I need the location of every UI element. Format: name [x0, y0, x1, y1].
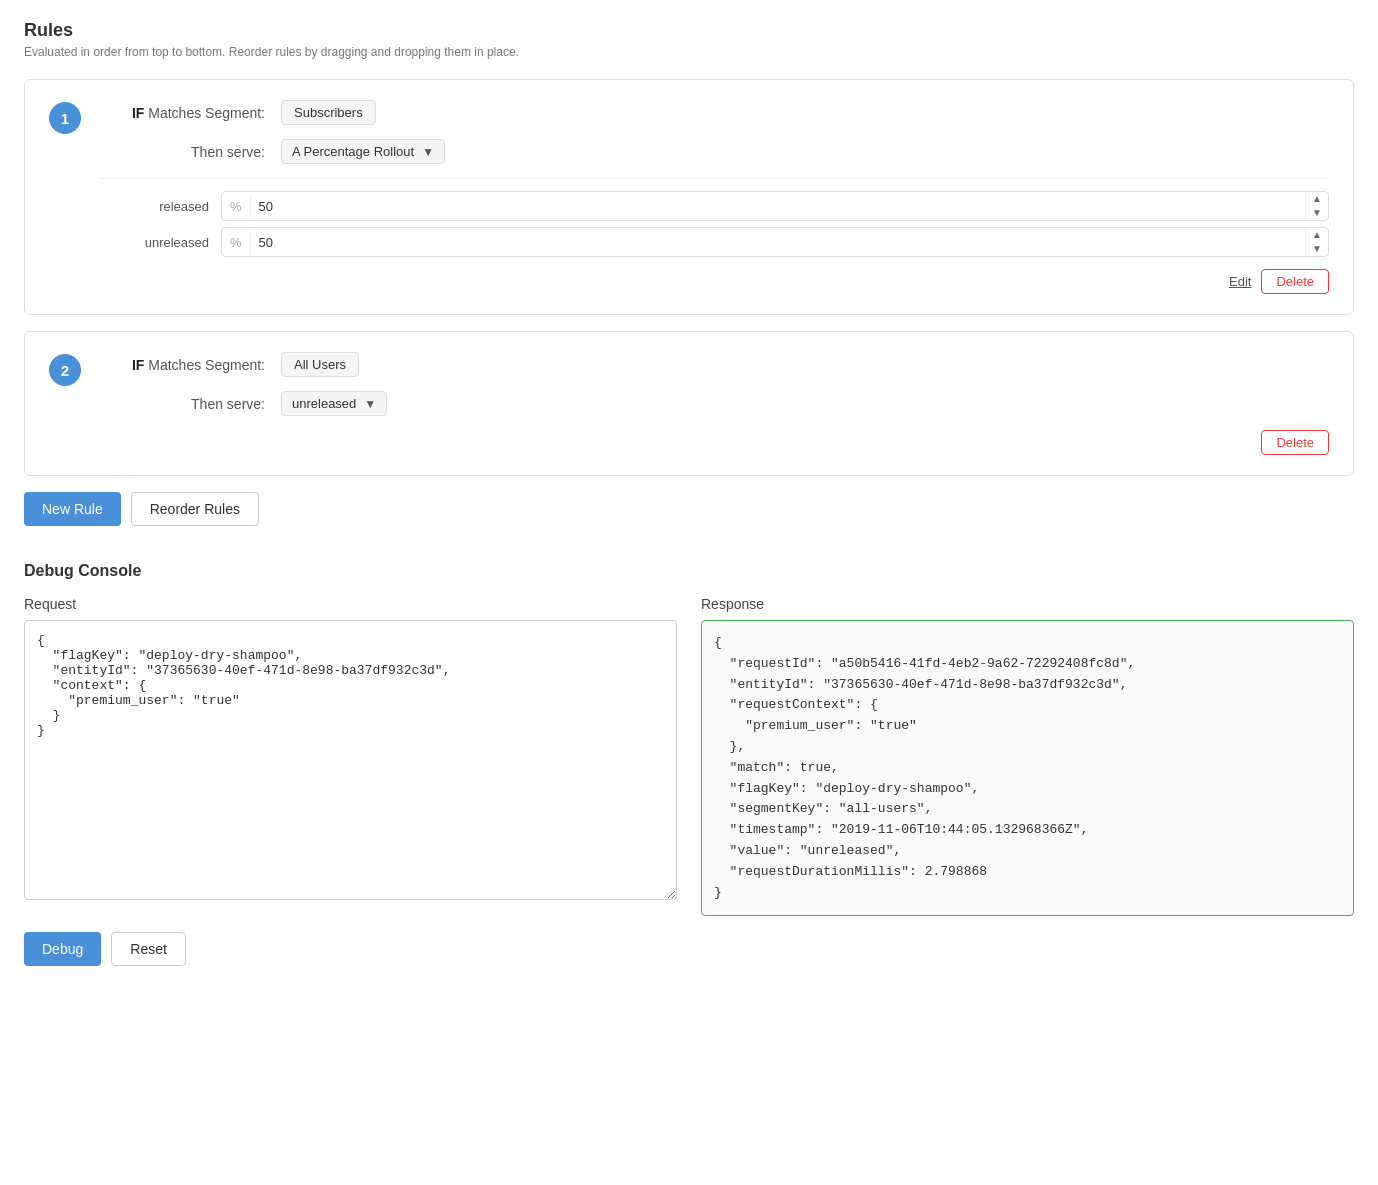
response-box: { "requestId": "a50b5416-41fd-4eb2-9a62-… [701, 620, 1354, 916]
rule-actions-1: Edit Delete [101, 269, 1329, 294]
request-textarea[interactable] [24, 620, 677, 900]
debug-button[interactable]: Debug [24, 932, 101, 966]
rule-actions-2: Delete [101, 430, 1329, 455]
then-serve-label-2: Then serve: [101, 396, 281, 412]
rule-serve-row-1: Then serve: A Percentage Rollout ▼ [101, 139, 1329, 164]
segment-badge-1: Subscribers [281, 100, 376, 125]
rule-card-2: 2 IF Matches Segment: All Users Then serve… [24, 331, 1354, 476]
rollout-section-1: released % ▲ ▼ unreleased % [101, 178, 1329, 257]
debug-actions: Debug Reset [24, 932, 1354, 966]
if-label-2: IF Matches Segment: [101, 357, 281, 373]
percent-icon-1-0: % [222, 195, 251, 218]
rule-body-2: IF Matches Segment: All Users Then serve:… [101, 352, 1329, 455]
debug-section: Debug Console Request Response { "reques… [24, 562, 1354, 966]
rule-if-row-1: IF Matches Segment: Subscribers [101, 100, 1329, 125]
reorder-rules-button[interactable]: Reorder Rules [131, 492, 259, 526]
segment-badge-2: All Users [281, 352, 359, 377]
rule-if-row-2: IF Matches Segment: All Users [101, 352, 1329, 377]
rollout-label-1-0: released [101, 199, 221, 214]
debug-title: Debug Console [24, 562, 1354, 580]
rollout-increment-1-0[interactable]: ▲ [1306, 192, 1328, 206]
delete-button-1[interactable]: Delete [1261, 269, 1329, 294]
rule-action-buttons: New Rule Reorder Rules [24, 492, 1354, 526]
debug-columns: Request Response { "requestId": "a50b541… [24, 596, 1354, 916]
if-label-1: IF Matches Segment: [101, 105, 281, 121]
chevron-down-icon: ▼ [364, 397, 376, 411]
response-label: Response [701, 596, 1354, 612]
edit-button-1[interactable]: Edit [1229, 274, 1251, 289]
rollout-label-1-1: unreleased [101, 235, 221, 250]
rollout-row-1-1: unreleased % ▲ ▼ [101, 227, 1329, 257]
serve-value-1: A Percentage Rollout [292, 144, 414, 159]
request-column: Request [24, 596, 677, 916]
reset-button[interactable]: Reset [111, 932, 186, 966]
rollout-input-1-0[interactable] [251, 194, 1306, 219]
page-title: Rules [24, 20, 1354, 41]
rule-body-1: IF Matches Segment: Subscribers Then serv… [101, 100, 1329, 294]
rollout-spinner-1-1: ▲ ▼ [1305, 228, 1328, 256]
rollout-increment-1-1[interactable]: ▲ [1306, 228, 1328, 242]
rollout-input-1-1[interactable] [251, 230, 1306, 255]
rules-container: 1 IF Matches Segment: Subscribers Then ser… [24, 79, 1354, 476]
page-subtitle: Evaluated in order from top to bottom. R… [24, 45, 1354, 59]
percent-icon-1-1: % [222, 231, 251, 254]
rollout-spinner-1-0: ▲ ▼ [1305, 192, 1328, 220]
delete-button-2[interactable]: Delete [1261, 430, 1329, 455]
rollout-decrement-1-1[interactable]: ▼ [1306, 242, 1328, 256]
rule-number-2: 2 [49, 354, 81, 386]
rule-card-1: 1 IF Matches Segment: Subscribers Then ser… [24, 79, 1354, 315]
new-rule-button[interactable]: New Rule [24, 492, 121, 526]
rollout-input-wrapper-1-1: % ▲ ▼ [221, 227, 1329, 257]
rollout-row-1-0: released % ▲ ▼ [101, 191, 1329, 221]
serve-select-1[interactable]: A Percentage Rollout ▼ [281, 139, 445, 164]
serve-value-2: unreleased [292, 396, 356, 411]
rollout-decrement-1-0[interactable]: ▼ [1306, 206, 1328, 220]
request-label: Request [24, 596, 677, 612]
rollout-input-wrapper-1-0: % ▲ ▼ [221, 191, 1329, 221]
then-serve-label-1: Then serve: [101, 144, 281, 160]
serve-select-2[interactable]: unreleased ▼ [281, 391, 387, 416]
rule-number-1: 1 [49, 102, 81, 134]
rule-serve-row-2: Then serve: unreleased ▼ [101, 391, 1329, 416]
response-column: Response { "requestId": "a50b5416-41fd-4… [701, 596, 1354, 916]
chevron-down-icon: ▼ [422, 145, 434, 159]
